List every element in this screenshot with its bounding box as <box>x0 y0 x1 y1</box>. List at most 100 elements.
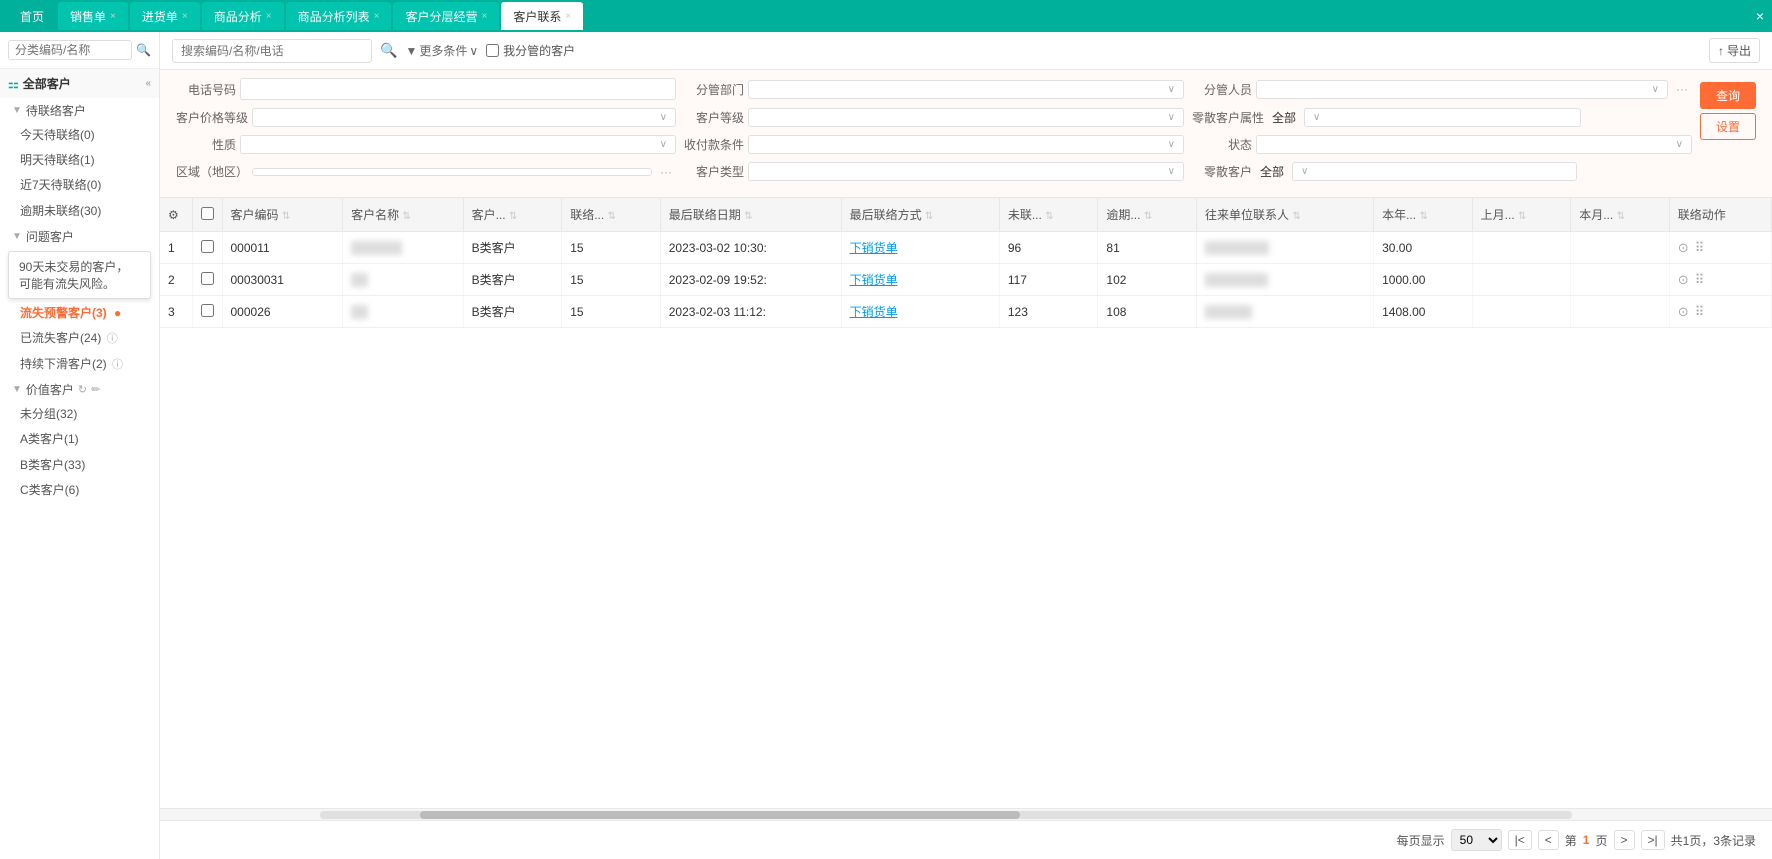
tab-home[interactable]: 首页 <box>8 2 56 30</box>
cell-action-2: ⊙ ⠿ <box>1669 296 1771 328</box>
sidebar-item-ungrouped[interactable]: 未分组(32) <box>0 402 159 427</box>
close-product-list-icon[interactable]: × <box>374 11 380 22</box>
col-last-method[interactable]: 最后联络方式 ⇅ <box>841 198 999 232</box>
close-sales-icon[interactable]: × <box>110 11 116 22</box>
action-contact-icon-1[interactable]: ⊙ <box>1678 272 1689 288</box>
row-checkbox-0[interactable] <box>201 240 214 253</box>
sidebar-item-type-c[interactable]: C类客户(6) <box>0 478 159 503</box>
person-select[interactable]: ∨ <box>1256 80 1668 99</box>
cell-checkbox-1[interactable] <box>192 264 222 296</box>
action-more-icon-0[interactable]: ⠿ <box>1695 240 1705 256</box>
payment-select[interactable]: ∨ <box>748 135 1184 154</box>
col-last-date[interactable]: 最后联络日期 ⇅ <box>660 198 841 232</box>
action-contact-icon-2[interactable]: ⊙ <box>1678 304 1689 320</box>
cell-index-1: 2 <box>160 264 192 296</box>
cell-method-2[interactable]: 下销货单 <box>841 296 999 328</box>
my-customers-checkbox[interactable] <box>486 44 499 57</box>
col-code[interactable]: 客户编码 ⇅ <box>222 198 343 232</box>
sidebar-search-input[interactable] <box>8 40 132 60</box>
settings-button[interactable]: 设置 <box>1700 113 1756 140</box>
collapse-icon[interactable]: « <box>145 78 151 89</box>
select-all-checkbox[interactable] <box>201 207 214 220</box>
col-contact-person[interactable]: 往来单位联系人 ⇅ <box>1196 198 1373 232</box>
col-settings[interactable]: ⚙ <box>160 198 192 232</box>
refresh-icon[interactable]: ↻ <box>78 383 87 396</box>
col-this-month[interactable]: 本月... ⇅ <box>1571 198 1670 232</box>
col-no-contact[interactable]: 未联... ⇅ <box>999 198 1098 232</box>
col-checkbox[interactable] <box>192 198 222 232</box>
row-checkbox-1[interactable] <box>201 272 214 285</box>
sidebar-group-value[interactable]: ▼ 价值客户 ↻ ✏ <box>0 377 159 402</box>
query-button[interactable]: 查询 <box>1700 82 1756 109</box>
customer-type-select[interactable]: ∨ <box>748 162 1184 181</box>
col-name[interactable]: 客户名称 ⇅ <box>343 198 464 232</box>
col-type[interactable]: 客户... ⇅ <box>463 198 562 232</box>
col-last-month[interactable]: 上月... ⇅ <box>1472 198 1571 232</box>
search-button[interactable]: 🔍 <box>380 42 397 59</box>
nature-select[interactable]: ∨ <box>240 135 676 154</box>
close-all-button[interactable]: × <box>1756 8 1764 24</box>
scrollbar-thumb[interactable] <box>420 811 1020 819</box>
tab-customer-tier[interactable]: 客户分层经营 × <box>393 2 499 30</box>
last-page-button[interactable]: >| <box>1641 830 1665 850</box>
more-conditions-button[interactable]: ▼ 更多条件 ∨ <box>405 42 478 59</box>
region-more-dots[interactable]: ··· <box>656 165 676 179</box>
sidebar-group-pending[interactable]: ▼ 待联络客户 <box>0 98 159 123</box>
sidebar-item-type-a[interactable]: A类客户(1) <box>0 427 159 452</box>
tab-product-list[interactable]: 商品分析列表 × <box>286 2 392 30</box>
sidebar-item-type-b[interactable]: B类客户(33) <box>0 453 159 478</box>
cell-method-1[interactable]: 下销货单 <box>841 264 999 296</box>
cell-checkbox-2[interactable] <box>192 296 222 328</box>
action-more-icon-1[interactable]: ⠿ <box>1695 272 1705 288</box>
edit-icon[interactable]: ✏ <box>91 383 100 396</box>
close-product-analysis-icon[interactable]: × <box>266 11 272 22</box>
tab-sales[interactable]: 销售单 × <box>58 2 128 30</box>
sidebar-search-icon[interactable]: 🔍 <box>136 43 151 57</box>
retail-attr-select[interactable]: ∨ <box>1304 108 1581 127</box>
first-page-button[interactable]: |< <box>1508 830 1532 850</box>
person-more-dots[interactable]: ··· <box>1672 82 1692 96</box>
sidebar-item-churn-warning[interactable]: 流失预警客户(3) ● <box>0 301 159 326</box>
cell-checkbox-0[interactable] <box>192 232 222 264</box>
tab-purchase[interactable]: 进货单 × <box>130 2 200 30</box>
close-customer-tier-icon[interactable]: × <box>481 11 487 22</box>
phone-input[interactable] <box>240 78 676 100</box>
dept-select[interactable]: ∨ <box>748 80 1184 99</box>
col-contact[interactable]: 联络... ⇅ <box>562 198 661 232</box>
sidebar-item-tomorrow-pending[interactable]: 明天待联络(1) <box>0 148 159 173</box>
action-contact-icon-0[interactable]: ⊙ <box>1678 240 1689 256</box>
region-select[interactable] <box>252 168 652 176</box>
status-select[interactable]: ∨ <box>1256 135 1692 154</box>
export-button[interactable]: ↑ 导出 <box>1709 38 1760 63</box>
next-page-button[interactable]: > <box>1614 830 1635 850</box>
method-link-2[interactable]: 下销货单 <box>850 305 898 319</box>
sidebar-item-declining[interactable]: 持续下滑客户(2) ⓘ <box>0 352 159 378</box>
row-checkbox-2[interactable] <box>201 304 214 317</box>
tab-customer-contact[interactable]: 客户联系 × <box>501 2 583 30</box>
my-customers-checkbox-label[interactable]: 我分管的客户 <box>486 42 575 59</box>
sidebar-item-week-pending[interactable]: 近7天待联络(0) <box>0 173 159 198</box>
sidebar-item-churned[interactable]: 已流失客户(24) ⓘ <box>0 326 159 352</box>
col-this-year[interactable]: 本年... ⇅ <box>1374 198 1473 232</box>
prev-page-button[interactable]: < <box>1538 830 1559 850</box>
price-level-select[interactable]: ∨ <box>252 108 676 127</box>
tab-product-analysis[interactable]: 商品分析 × <box>202 2 284 30</box>
close-purchase-icon[interactable]: × <box>182 11 188 22</box>
sidebar-item-today-pending[interactable]: 今天待联络(0) <box>0 123 159 148</box>
page-size-select[interactable]: 50 100 200 <box>1451 829 1502 851</box>
customer-level-select[interactable]: ∨ <box>748 108 1184 127</box>
sort-lmonth-icon: ⇅ <box>1518 211 1526 222</box>
all-customers-section[interactable]: ⚏ 全部客户 « <box>0 69 159 98</box>
search-input[interactable] <box>172 39 372 63</box>
scrollbar-area[interactable] <box>160 808 1772 820</box>
method-link-1[interactable]: 下销货单 <box>850 273 898 287</box>
close-customer-contact-icon[interactable]: × <box>565 11 571 22</box>
cell-lmonth-1 <box>1472 264 1571 296</box>
method-link-0[interactable]: 下销货单 <box>850 241 898 255</box>
retail-select[interactable]: ∨ <box>1292 162 1577 181</box>
sidebar-item-overdue[interactable]: 逾期未联络(30) <box>0 199 159 224</box>
col-overdue[interactable]: 逾期... ⇅ <box>1098 198 1197 232</box>
action-more-icon-2[interactable]: ⠿ <box>1695 304 1705 320</box>
sidebar-group-problem[interactable]: ▼ 问题客户 <box>0 224 159 249</box>
cell-method-0[interactable]: 下销货单 <box>841 232 999 264</box>
